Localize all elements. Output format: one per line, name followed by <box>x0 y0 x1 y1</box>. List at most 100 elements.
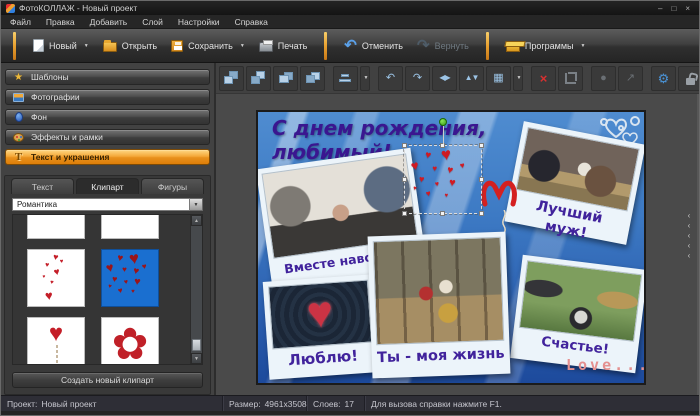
polaroid-life[interactable]: Ты - моя жизнь <box>368 232 511 379</box>
resize-handle-sw[interactable] <box>402 211 407 216</box>
clipart-thumb-heart-stem[interactable]: ♥ <box>27 317 85 365</box>
maximize-button[interactable]: □ <box>671 4 676 13</box>
effects-button[interactable]: ● <box>591 66 616 91</box>
flip-horizontal-button[interactable]: ◀▶ <box>432 66 457 91</box>
rotate-right-button[interactable]: ↷ <box>405 66 430 91</box>
resize-handle-e[interactable] <box>479 177 484 182</box>
save-button[interactable]: Сохранить ▼ <box>164 36 252 56</box>
polaroid-husband[interactable]: Лучший муж! <box>504 121 645 245</box>
resize-handle-nw[interactable] <box>402 143 407 148</box>
clipart-thumb-petals[interactable] <box>27 214 85 239</box>
resize-handle-w[interactable] <box>402 177 407 182</box>
menu-layer[interactable]: Слой <box>142 17 163 27</box>
chevron-down-icon[interactable]: ▼ <box>84 43 89 49</box>
align-button[interactable] <box>333 66 358 91</box>
sidebar-item-effects[interactable]: Эффекты и рамки <box>5 129 210 145</box>
resize-handle-s[interactable] <box>440 211 445 216</box>
canvas-toolbar: ▼ ↶ ↷ ◀▶ ▲▼ ▦ ▼ × ● ↗ <box>216 63 699 94</box>
settings-button[interactable]: ⚙ <box>651 66 676 91</box>
love-text[interactable]: Love... <box>566 356 646 374</box>
panel-tabs: Текст Клипарт Фигуры <box>5 176 210 194</box>
minimize-button[interactable]: – <box>658 4 662 13</box>
clipart-category-select[interactable]: Романтика ▼ <box>12 198 203 211</box>
sidebar-item-templates[interactable]: ★ Шаблоны <box>5 69 210 85</box>
heart-icon: ♥ <box>116 254 124 265</box>
picker-button[interactable]: ↗ <box>618 66 643 91</box>
new-button[interactable]: Новый ▼ <box>26 35 96 56</box>
tab-shapes[interactable]: Фигуры <box>141 178 204 194</box>
rotate-left-button[interactable]: ↶ <box>378 66 403 91</box>
crop-button[interactable] <box>558 66 583 91</box>
polaroid-love[interactable]: ♥ Люблю! <box>263 274 380 379</box>
scroll-thumb[interactable] <box>192 339 201 351</box>
heart-icon: ♥ <box>459 162 465 171</box>
heart-icon: ♥ <box>117 287 123 296</box>
clipart-thumb-specks[interactable] <box>101 214 159 239</box>
panel-collapse-strip[interactable]: ‹‹‹‹‹ <box>683 212 695 260</box>
send-to-back-icon <box>305 71 320 85</box>
heart-icon: ♥ <box>44 289 53 303</box>
grid-icon: ▦ <box>493 73 503 84</box>
balloon-icon: ● <box>600 73 607 84</box>
redo-button[interactable]: ↷ Вернуть <box>410 35 476 57</box>
bring-forward-button[interactable] <box>246 66 271 91</box>
lock-button[interactable] <box>678 66 700 91</box>
printer-icon <box>259 42 273 52</box>
sidebar-item-photos[interactable]: Фотографии <box>5 89 210 105</box>
menu-edit[interactable]: Правка <box>46 17 75 27</box>
tab-clipart[interactable]: Клипарт <box>76 178 139 194</box>
flip-vertical-button[interactable]: ▲▼ <box>459 66 484 91</box>
bring-to-front-button[interactable] <box>219 66 244 91</box>
sidebar-item-text-decorations[interactable]: T Текст и украшения <box>5 149 210 165</box>
chevron-left-icon: ‹ <box>688 252 691 260</box>
bring-to-front-icon <box>224 71 239 85</box>
clipart-thumb-hearts-scatter-selected[interactable]: ♥♥♥♥♥♥♥♥♥♥♥♥ <box>101 249 159 307</box>
rotate-handle[interactable] <box>439 118 447 126</box>
send-to-back-button[interactable] <box>300 66 325 91</box>
heart-icon: ♥ <box>111 274 118 284</box>
stem-line <box>56 345 58 365</box>
clipart-thumb-flower[interactable]: ✿ <box>101 317 159 365</box>
heart-icon: ♥ <box>60 259 64 265</box>
size-label: Размер: <box>229 399 261 409</box>
resize-handle-se[interactable] <box>479 211 484 216</box>
open-button[interactable]: Открыть <box>96 35 164 56</box>
menu-add[interactable]: Добавить <box>90 17 128 27</box>
photo-flower-heart: ♥ <box>268 280 372 350</box>
align-dropdown-button[interactable]: ▼ <box>360 66 370 91</box>
scroll-down-button[interactable]: ▼ <box>191 353 202 364</box>
menu-help[interactable]: Справка <box>235 17 268 27</box>
tab-text[interactable]: Текст <box>11 178 74 194</box>
close-button[interactable]: × <box>685 4 690 13</box>
align-icon <box>339 73 352 84</box>
menu-settings[interactable]: Настройки <box>178 17 220 27</box>
delete-button[interactable]: × <box>531 66 556 91</box>
heart-icon: ♥ <box>134 277 142 289</box>
status-bar: Проект: Новый проект Размер: 4961x3508 С… <box>1 395 699 411</box>
scroll-track[interactable] <box>191 226 202 353</box>
undo-button[interactable]: ↶ Отменить <box>337 35 410 57</box>
chevron-down-icon[interactable]: ▼ <box>580 43 585 49</box>
clipart-thumb-hearts-trail[interactable]: ♥♥♥♥♥♥♥ <box>27 249 85 307</box>
menu-file[interactable]: Файл <box>10 17 31 27</box>
photo-couple-cameras <box>373 237 505 345</box>
print-button[interactable]: Печать <box>252 35 314 56</box>
grid-size-button[interactable]: ▦ <box>486 66 511 91</box>
chevron-down-icon[interactable]: ▼ <box>240 43 245 49</box>
clipart-scrollbar[interactable]: ▲ ▼ <box>190 215 202 364</box>
grid-dropdown-button[interactable]: ▼ <box>513 66 523 91</box>
create-clipart-button[interactable]: Создать новый клипарт <box>12 372 203 388</box>
red-heart-doodle[interactable] <box>478 172 520 210</box>
sidebar-item-background[interactable]: Фон <box>5 109 210 125</box>
programs-button[interactable]: Программы ▼ <box>499 35 593 56</box>
resize-handle-ne[interactable] <box>479 143 484 148</box>
combo-dropdown-button[interactable]: ▼ <box>190 198 203 211</box>
scroll-up-button[interactable]: ▲ <box>191 215 202 226</box>
chevron-left-icon: ‹ <box>688 242 691 250</box>
clipart-selection[interactable]: ♥♥♥♥♥♥♥♥♥♥♥♥ <box>404 145 482 214</box>
send-backward-button[interactable] <box>273 66 298 91</box>
caption-life[interactable]: Ты - моя жизнь <box>376 341 505 368</box>
photos-icon <box>13 93 24 102</box>
collage-canvas[interactable]: С днем рождения, любимый! Вместе навсегд… <box>256 110 646 385</box>
text-decorations-panel: Текст Клипарт Фигуры Романтика ▼ ♥ ♥ ♥ ♥ ♥ ♥ ♥ <box>4 175 211 395</box>
